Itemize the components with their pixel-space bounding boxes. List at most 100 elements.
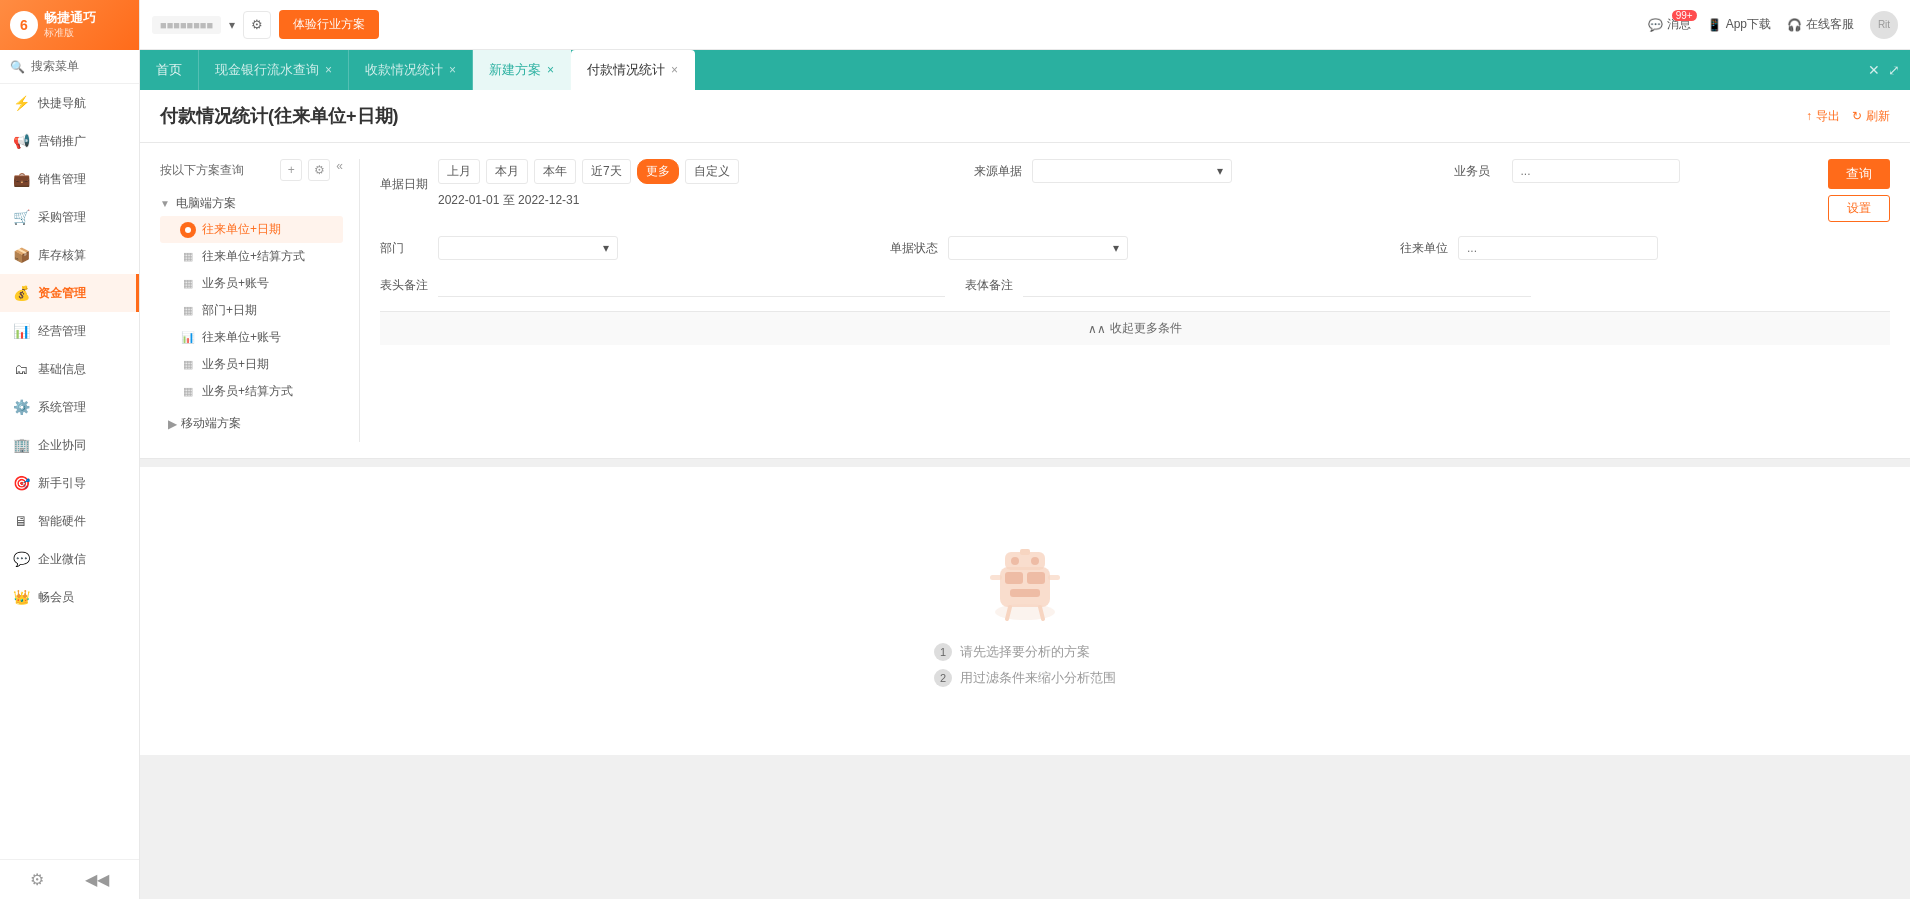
trial-btn[interactable]: 体验行业方案 [279, 10, 379, 39]
scheme-desktop-header[interactable]: ▼ 电脑端方案 [160, 191, 343, 216]
scheme-mobile-category: ▶ 移动端方案 [160, 411, 343, 436]
scheme-item-icon-4: 📊 [180, 330, 196, 346]
sidebar-item-label-member: 畅会员 [38, 589, 74, 606]
tab-payment-stats-close[interactable]: × [671, 63, 678, 77]
date-btn-7days[interactable]: 近7天 [582, 159, 631, 184]
tab-home[interactable]: 首页 [140, 50, 199, 90]
empty-robot-illustration [975, 527, 1075, 627]
sidebar-item-system[interactable]: ⚙️系统管理 [0, 388, 139, 426]
scheme-mobile-label: 移动端方案 [181, 415, 241, 432]
search-icon: 🔍 [10, 60, 25, 74]
sidebar-item-quick-nav[interactable]: ⚡快捷导航 [0, 84, 139, 122]
scheme-desktop-arrow: ▼ [160, 198, 170, 209]
sidebar-item-guide[interactable]: 🎯新手引导 [0, 464, 139, 502]
tab-receipt-stats-close[interactable]: × [449, 63, 456, 77]
salesman-input[interactable] [1512, 159, 1680, 183]
scheme-item-0[interactable]: 往来单位+日期 [160, 216, 343, 243]
date-range-value: 2022-01-01 至 2022-12-31 [438, 192, 579, 209]
scheme-item-3[interactable]: ▦部门+日期 [160, 297, 343, 324]
partner-input[interactable] [1458, 236, 1658, 260]
tabbar-close-all-btn[interactable]: ✕ [1868, 62, 1880, 78]
scheme-item-icon-2: ▦ [180, 276, 196, 292]
refresh-icon: ↻ [1852, 109, 1862, 123]
scheme-item-6[interactable]: ▦业务员+结算方式 [160, 378, 343, 405]
tab-receipt-stats[interactable]: 收款情况统计 × [349, 50, 473, 90]
date-btn-this-month[interactable]: 本月 [486, 159, 528, 184]
scheme-item-2[interactable]: ▦业务员+账号 [160, 270, 343, 297]
sidebar-item-enterprise[interactable]: 🏢企业协同 [0, 426, 139, 464]
status-label: 单据状态 [890, 240, 940, 257]
sidebar-item-label-system: 系统管理 [38, 399, 86, 416]
status-select[interactable]: ▾ [948, 236, 1128, 260]
svg-point-6 [1011, 557, 1019, 565]
tab-new-scheme-close[interactable]: × [547, 63, 554, 77]
sidebar-item-inventory[interactable]: 📦库存核算 [0, 236, 139, 274]
tab-bank-flow[interactable]: 现金银行流水查询 × [199, 50, 349, 90]
date-btn-this-year[interactable]: 本年 [534, 159, 576, 184]
header-note-label: 表头备注 [380, 277, 430, 294]
online-service-btn[interactable]: 🎧 在线客服 [1787, 16, 1854, 33]
dept-select[interactable]: ▾ [438, 236, 618, 260]
sidebar-item-label-wechat: 企业微信 [38, 551, 86, 568]
sidebar-item-icon-enterprise: 🏢 [12, 436, 30, 454]
scheme-mobile-header[interactable]: ▶ 移动端方案 [160, 411, 343, 436]
query-btn[interactable]: 查询 [1828, 159, 1890, 189]
topbar-dropdown-btn[interactable]: ▾ [229, 18, 235, 32]
scheme-item-5[interactable]: ▦业务员+日期 [160, 351, 343, 378]
hint-text-1: 请先选择要分析的方案 [960, 643, 1090, 661]
sidebar-item-hardware[interactable]: 🖥智能硬件 [0, 502, 139, 540]
hint-num-1: 1 [934, 643, 952, 661]
date-btn-custom[interactable]: 自定义 [685, 159, 739, 184]
sidebar-item-wechat[interactable]: 💬企业微信 [0, 540, 139, 578]
hint-num-2: 2 [934, 669, 952, 687]
sidebar-item-capital[interactable]: 💰资金管理 [0, 274, 139, 312]
scheme-item-1[interactable]: ▦往来单位+结算方式 [160, 243, 343, 270]
user-avatar[interactable]: Rit [1870, 11, 1898, 39]
sidebar-settings-btn[interactable]: ⚙ [30, 870, 44, 889]
sidebar-item-label-hardware: 智能硬件 [38, 513, 86, 530]
source-select[interactable]: ▾ [1032, 159, 1232, 183]
date-btn-last-month[interactable]: 上月 [438, 159, 480, 184]
source-dropdown-icon: ▾ [1217, 164, 1223, 178]
search-menu[interactable]: 🔍 搜索菜单 [0, 50, 139, 84]
scheme-item-4[interactable]: 📊往来单位+账号 [160, 324, 343, 351]
topbar-settings-btn[interactable]: ⚙ [243, 11, 271, 39]
tab-payment-stats-label: 付款情况统计 [587, 61, 665, 79]
sidebar-item-operation[interactable]: 📊经营管理 [0, 312, 139, 350]
collapse-more-btn[interactable]: ∧∧ 收起更多条件 [380, 311, 1890, 345]
hint-text-2: 用过滤条件来缩小分析范围 [960, 669, 1116, 687]
filter-dept-field: 部门 ▾ [380, 236, 870, 260]
scheme-item-label-3: 部门+日期 [202, 302, 257, 319]
scheme-collapse-btn[interactable]: « [336, 159, 343, 181]
tab-bank-flow-close[interactable]: × [325, 63, 332, 77]
filter-body-note-field: 表体备注 [965, 274, 1530, 297]
scheme-settings-btn[interactable]: ⚙ [308, 159, 330, 181]
date-btn-more[interactable]: 更多 [637, 159, 679, 184]
sidebar-collapse-btn[interactable]: ◀◀ [85, 870, 109, 889]
filter-salesman-field: 业务员 [1454, 159, 1799, 183]
sidebar-item-member[interactable]: 👑畅会员 [0, 578, 139, 616]
tabbar-maximize-btn[interactable]: ⤢ [1888, 62, 1900, 78]
messages-badge: 99+ [1672, 10, 1697, 21]
scheme-item-icon-6: ▦ [180, 384, 196, 400]
filter-row-1: 单据日期 上月 本月 本年 近7天 更多 自定义 2022- [380, 159, 1890, 222]
sidebar-item-sales[interactable]: 💼销售管理 [0, 160, 139, 198]
scheme-desktop-label: 电脑端方案 [176, 195, 236, 212]
messages-btn[interactable]: 💬 消息 99+ [1648, 16, 1691, 33]
tab-new-scheme[interactable]: 新建方案 × [473, 50, 571, 90]
tabbar-actions: ✕ ⤢ [1858, 62, 1910, 78]
scheme-add-btn[interactable]: + [280, 159, 302, 181]
export-btn[interactable]: ↑ 导出 [1806, 108, 1840, 125]
svg-rect-8 [1020, 549, 1030, 555]
refresh-btn[interactable]: ↻ 刷新 [1852, 108, 1890, 125]
filter-panel: 单据日期 上月 本月 本年 近7天 更多 自定义 2022- [360, 159, 1890, 442]
sidebar-item-base-info[interactable]: 🗂基础信息 [0, 350, 139, 388]
sidebar-item-purchase[interactable]: 🛒采购管理 [0, 198, 139, 236]
body-note-input[interactable] [1023, 274, 1530, 297]
header-note-input[interactable] [438, 274, 945, 297]
tab-payment-stats[interactable]: 付款情况统计 × [571, 50, 695, 90]
salesman-label: 业务员 [1454, 163, 1504, 180]
filter-settings-btn[interactable]: 设置 [1828, 195, 1890, 222]
sidebar-item-marketing[interactable]: 📢营销推广 [0, 122, 139, 160]
app-download-btn[interactable]: 📱 App下载 [1707, 16, 1771, 33]
